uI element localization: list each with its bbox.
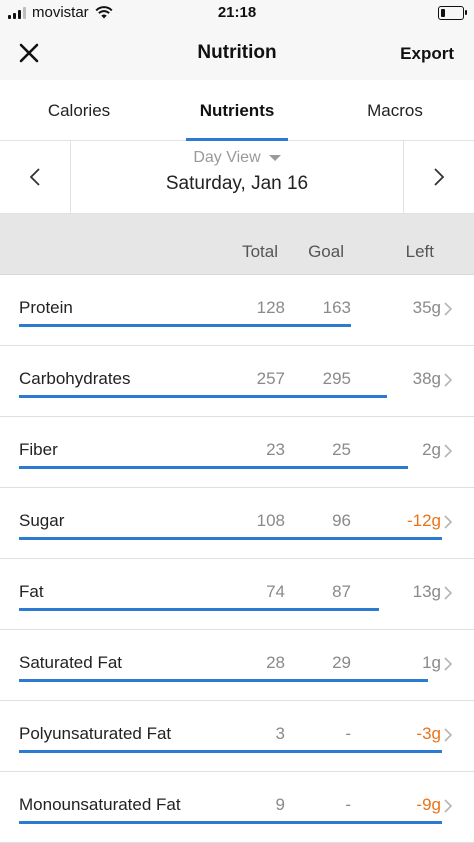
progress-bar xyxy=(19,324,442,327)
progress-bar xyxy=(19,608,442,611)
nutrient-row-polyunsaturated-fat[interactable]: Polyunsaturated Fat 3 - -3g xyxy=(0,701,474,772)
chevron-right-icon xyxy=(444,444,452,458)
chevron-right-icon xyxy=(444,728,452,742)
nutrient-row-fat[interactable]: Fat 74 87 13g xyxy=(0,559,474,630)
chevron-left-icon xyxy=(29,168,40,186)
next-day-button[interactable] xyxy=(403,141,474,213)
nutrient-name: Monounsaturated Fat xyxy=(19,795,181,814)
export-button[interactable]: Export xyxy=(400,44,454,64)
status-bar: movistar 21:18 xyxy=(0,0,474,26)
chevron-right-icon xyxy=(444,799,452,813)
nutrient-name: Fat xyxy=(19,582,44,601)
nutrient-row-carbohydrates[interactable]: Carbohydrates 257 295 38g xyxy=(0,346,474,417)
nutrient-goal: 295 xyxy=(322,369,351,388)
nutrient-name: Protein xyxy=(19,298,73,317)
nav-bar: Nutrition Export xyxy=(0,26,474,80)
caret-down-icon xyxy=(268,155,281,161)
nutrient-total: 3 xyxy=(275,724,285,743)
progress-bar xyxy=(19,466,442,469)
progress-bar xyxy=(19,679,442,682)
nutrient-total: 108 xyxy=(256,511,285,530)
tab-macros[interactable]: Macros xyxy=(316,80,474,140)
nutrient-total: 74 xyxy=(266,582,285,601)
chevron-right-icon xyxy=(434,168,445,186)
nutrient-name: Fiber xyxy=(19,440,58,459)
nutrient-left: 38g xyxy=(412,369,441,388)
nutrient-row-monounsaturated-fat[interactable]: Monounsaturated Fat 9 - -9g xyxy=(0,772,474,843)
column-left: Left xyxy=(405,242,434,261)
progress-bar xyxy=(19,821,442,824)
nutrient-row-saturated-fat[interactable]: Saturated Fat 28 29 1g xyxy=(0,630,474,701)
nutrient-goal: 25 xyxy=(332,440,351,459)
previous-day-button[interactable] xyxy=(0,141,71,213)
progress-fill xyxy=(19,395,388,398)
nutrient-list: Protein 128 163 35g Carbohydrates 257 29… xyxy=(0,275,474,843)
nutrient-left: -9g xyxy=(416,795,441,814)
nutrient-goal: 163 xyxy=(322,298,351,317)
nutrient-goal: 29 xyxy=(332,653,351,672)
date-label: Saturday, Jan 16 xyxy=(165,173,309,194)
progress-fill xyxy=(19,750,442,753)
tab-bar: Calories Nutrients Macros xyxy=(0,80,474,141)
tab-nutrients[interactable]: Nutrients xyxy=(158,80,316,141)
progress-fill xyxy=(19,466,409,469)
nutrient-total: 28 xyxy=(266,653,285,672)
nutrient-row-fiber[interactable]: Fiber 23 25 2g xyxy=(0,417,474,488)
nutrient-name: Sugar xyxy=(19,511,65,530)
column-header: Total Goal Left xyxy=(0,214,474,275)
view-mode-label: Day View xyxy=(193,149,261,166)
chevron-right-icon xyxy=(444,657,452,671)
nutrient-row-sugar[interactable]: Sugar 108 96 -12g xyxy=(0,488,474,559)
nutrient-left: 1g xyxy=(422,653,441,672)
progress-fill xyxy=(19,324,352,327)
chevron-right-icon xyxy=(444,373,452,387)
column-total: Total xyxy=(242,242,278,261)
date-navigator: Day View Saturday, Jan 16 xyxy=(0,141,474,214)
nutrient-goal: - xyxy=(345,724,351,743)
nutrient-left: 13g xyxy=(412,582,441,601)
chevron-right-icon xyxy=(444,586,452,600)
progress-bar xyxy=(19,750,442,753)
nutrient-total: 128 xyxy=(256,298,285,317)
nutrient-left: -12g xyxy=(406,511,441,530)
tab-calories[interactable]: Calories xyxy=(0,80,158,140)
date-center: Day View Saturday, Jan 16 xyxy=(71,141,403,213)
nutrient-goal: - xyxy=(345,795,351,814)
nutrient-name: Carbohydrates xyxy=(19,369,131,388)
progress-fill xyxy=(19,608,379,611)
view-mode-select[interactable]: Day View xyxy=(193,149,281,167)
nutrient-left: -3g xyxy=(416,724,441,743)
nutrient-total: 257 xyxy=(256,369,285,388)
chevron-right-icon xyxy=(444,515,452,529)
progress-fill xyxy=(19,679,428,682)
status-time: 21:18 xyxy=(217,4,257,21)
progress-fill xyxy=(19,537,442,540)
nutrient-left: 2g xyxy=(422,440,441,459)
nutrient-name: Polyunsaturated Fat xyxy=(19,724,172,743)
chevron-right-icon xyxy=(444,302,452,316)
progress-bar xyxy=(19,537,442,540)
progress-bar xyxy=(19,395,442,398)
progress-fill xyxy=(19,821,442,824)
battery-icon xyxy=(438,6,467,20)
nutrient-left: 35g xyxy=(412,298,441,317)
nutrient-goal: 87 xyxy=(332,582,351,601)
nutrient-total: 9 xyxy=(275,795,285,814)
nutrient-row-protein[interactable]: Protein 128 163 35g xyxy=(0,275,474,346)
nutrient-goal: 96 xyxy=(332,511,351,530)
nutrient-total: 23 xyxy=(266,440,285,459)
column-goal: Goal xyxy=(308,242,344,261)
nutrient-name: Saturated Fat xyxy=(19,653,123,672)
